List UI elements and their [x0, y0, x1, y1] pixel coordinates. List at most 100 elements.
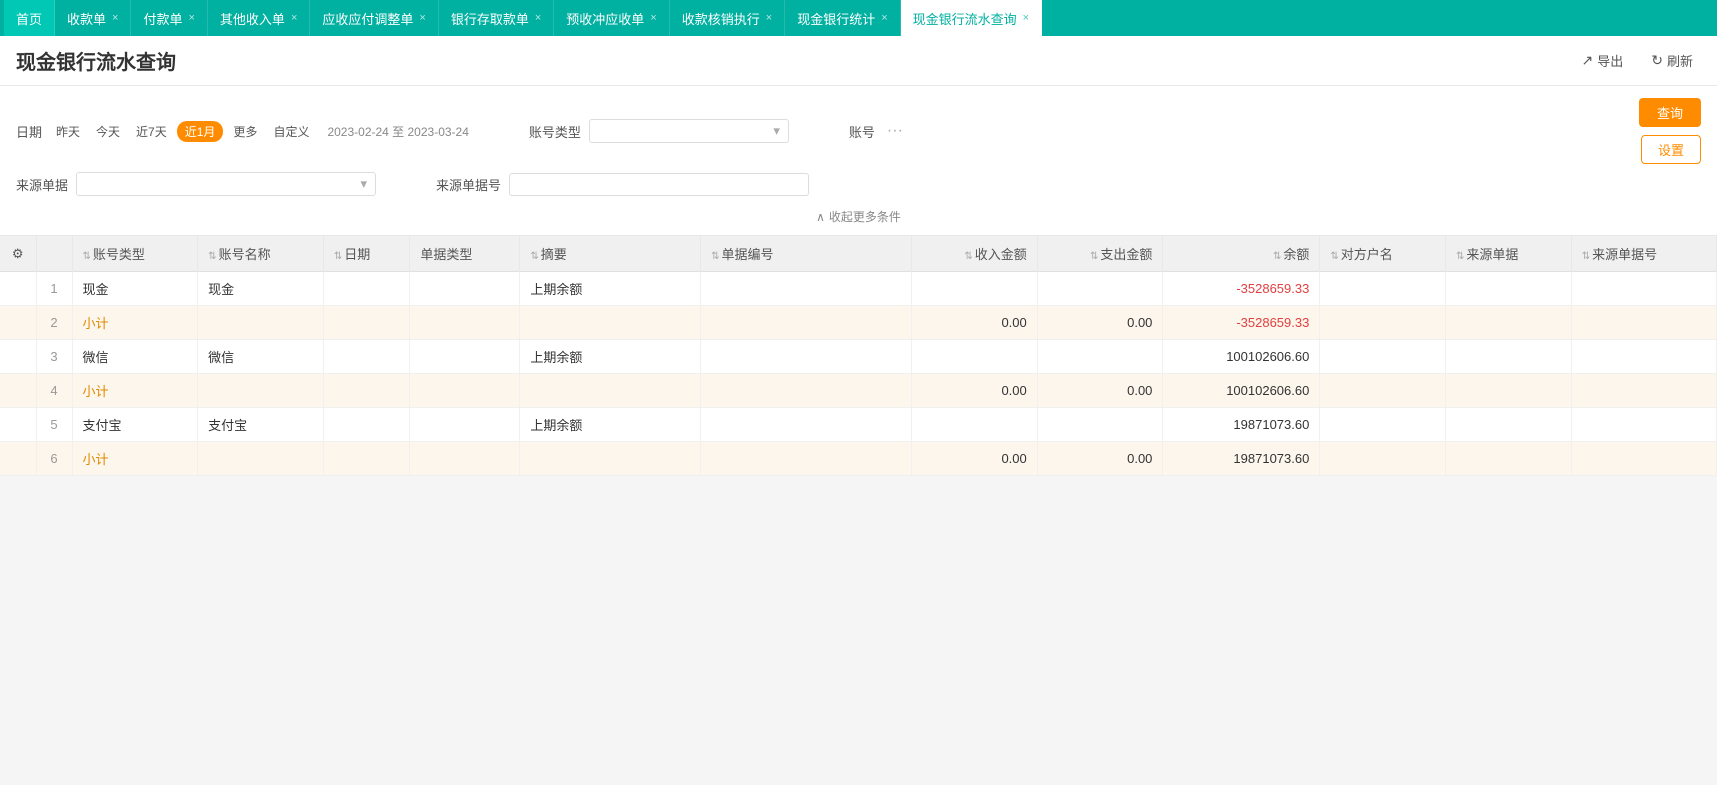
filter-row-2: 来源单据 ▾ 来源单据号 [16, 172, 1701, 196]
date-btn-today[interactable]: 今天 [90, 121, 126, 142]
td-source-doc-no [1571, 306, 1716, 340]
nav-bank-deposit-close[interactable]: × [535, 12, 541, 24]
nav-advance-label: 预收冲应收单 [566, 9, 644, 28]
table-row: 6 小计 0.00 0.00 19871073.60 [0, 442, 1717, 476]
nav-cash-flow-close[interactable]: × [1023, 12, 1029, 24]
nav-item-advance[interactable]: 预收冲应收单 × [554, 0, 669, 36]
nav-item-cash-stats[interactable]: 现金银行统计 × [785, 0, 900, 36]
settings-button[interactable]: 设置 [1641, 135, 1701, 164]
th-income[interactable]: ⇅收入金额 [912, 236, 1038, 272]
th-account-type[interactable]: ⇅账号类型 [72, 236, 198, 272]
td-doc-no [701, 340, 912, 374]
td-doc-type [410, 306, 520, 340]
td-income: 0.00 [912, 374, 1038, 408]
th-source-doc[interactable]: ⇅来源单据 [1446, 236, 1572, 272]
td-source-doc [1446, 374, 1572, 408]
td-gear [0, 442, 36, 476]
th-doc-no[interactable]: ⇅单据编号 [701, 236, 912, 272]
nav-advance-close[interactable]: × [650, 12, 656, 24]
nav-other-income-label: 其他收入单 [220, 9, 285, 28]
td-expense: 0.00 [1037, 306, 1163, 340]
collapse-label: 收起更多条件 [829, 208, 901, 225]
date-btn-yesterday[interactable]: 昨天 [50, 121, 86, 142]
td-income: 0.00 [912, 306, 1038, 340]
nav-adjustment-label: 应收应付调整单 [322, 9, 413, 28]
td-counterparty [1320, 272, 1446, 306]
td-source-doc [1446, 340, 1572, 374]
td-summary [520, 306, 701, 340]
date-btn-custom[interactable]: 自定义 [267, 121, 315, 142]
date-btn-1month[interactable]: 近1月 [177, 121, 224, 142]
td-expense [1037, 272, 1163, 306]
nav-home[interactable]: 首页 [4, 0, 55, 36]
query-button[interactable]: 查询 [1639, 98, 1701, 127]
source-doc-no-input[interactable] [509, 173, 809, 196]
header-actions: ↗ 导出 ↻ 刷新 [1574, 47, 1702, 74]
account-type-label: 账号类型 [529, 122, 581, 141]
th-account-name[interactable]: ⇅账号名称 [198, 236, 324, 272]
nav-adjustment-close[interactable]: × [419, 12, 425, 24]
td-index: 2 [36, 306, 72, 340]
subtotal-label: 小计 [83, 316, 109, 331]
th-gear[interactable]: ⚙ [0, 236, 36, 272]
td-doc-no [701, 374, 912, 408]
td-expense [1037, 340, 1163, 374]
source-doc-select[interactable]: ▾ [76, 172, 376, 196]
td-account-name: 现金 [198, 272, 324, 306]
th-date[interactable]: ⇅日期 [323, 236, 409, 272]
td-summary [520, 442, 701, 476]
nav-item-bank-deposit[interactable]: 银行存取款单 × [439, 0, 554, 36]
th-balance[interactable]: ⇅余额 [1163, 236, 1320, 272]
nav-item-receipts[interactable]: 收款单 × [55, 0, 131, 36]
td-counterparty [1320, 340, 1446, 374]
nav-payments-close[interactable]: × [188, 12, 194, 24]
nav-item-cash-flow[interactable]: 现金银行流水查询 × [901, 0, 1042, 36]
account-label: 账号 [849, 122, 875, 141]
td-doc-type [410, 408, 520, 442]
nav-item-collection[interactable]: 收款核销执行 × [670, 0, 785, 36]
th-counterparty[interactable]: ⇅对方户名 [1320, 236, 1446, 272]
nav-collection-close[interactable]: × [766, 12, 772, 24]
td-index: 3 [36, 340, 72, 374]
source-doc-no-filter-group: 来源单据号 [436, 173, 809, 196]
td-source-doc-no [1571, 340, 1716, 374]
td-balance: 100102606.60 [1163, 374, 1320, 408]
date-btn-more[interactable]: 更多 [227, 121, 263, 142]
td-summary [520, 374, 701, 408]
td-summary: 上期余额 [520, 272, 701, 306]
td-account-name [198, 442, 324, 476]
nav-receipts-close[interactable]: × [112, 12, 118, 24]
td-income [912, 408, 1038, 442]
table-header-row: ⚙ ⇅账号类型 ⇅账号名称 ⇅日期 单据类型 ⇅摘要 ⇅单据编号 ⇅收入金额 ⇅… [0, 236, 1717, 272]
td-source-doc [1446, 306, 1572, 340]
nav-item-payments[interactable]: 付款单 × [131, 0, 207, 36]
th-source-doc-no[interactable]: ⇅来源单据号 [1571, 236, 1716, 272]
td-expense [1037, 408, 1163, 442]
th-summary[interactable]: ⇅摘要 [520, 236, 701, 272]
td-gear [0, 272, 36, 306]
nav-item-other-income[interactable]: 其他收入单 × [208, 0, 310, 36]
table-container: ⚙ ⇅账号类型 ⇅账号名称 ⇅日期 单据类型 ⇅摘要 ⇅单据编号 ⇅收入金额 ⇅… [0, 236, 1717, 476]
nav-cash-stats-close[interactable]: × [881, 12, 887, 24]
nav-bank-deposit-label: 银行存取款单 [451, 9, 529, 28]
export-button[interactable]: ↗ 导出 [1574, 47, 1632, 74]
refresh-button[interactable]: ↻ 刷新 [1643, 47, 1701, 74]
th-expense[interactable]: ⇅支出金额 [1037, 236, 1163, 272]
date-btn-7days[interactable]: 近7天 [130, 121, 173, 142]
account-type-filter-group: 账号类型 ▾ [529, 119, 789, 143]
refresh-label: 刷新 [1667, 51, 1693, 70]
td-source-doc-no [1571, 374, 1716, 408]
collapse-bar[interactable]: ∧ 收起更多条件 [16, 204, 1701, 227]
td-counterparty [1320, 306, 1446, 340]
date-shortcuts: 昨天 今天 近7天 近1月 更多 自定义 [50, 121, 315, 142]
td-account-type: 支付宝 [72, 408, 198, 442]
account-ellipsis-btn[interactable]: ··· [883, 122, 907, 140]
td-account-type: 现金 [72, 272, 198, 306]
nav-item-adjustment[interactable]: 应收应付调整单 × [310, 0, 438, 36]
td-date [323, 408, 409, 442]
td-balance: -3528659.33 [1163, 272, 1320, 306]
data-table: ⚙ ⇅账号类型 ⇅账号名称 ⇅日期 单据类型 ⇅摘要 ⇅单据编号 ⇅收入金额 ⇅… [0, 236, 1717, 476]
nav-other-income-close[interactable]: × [291, 12, 297, 24]
account-type-select[interactable]: ▾ [589, 119, 789, 143]
td-balance: -3528659.33 [1163, 306, 1320, 340]
